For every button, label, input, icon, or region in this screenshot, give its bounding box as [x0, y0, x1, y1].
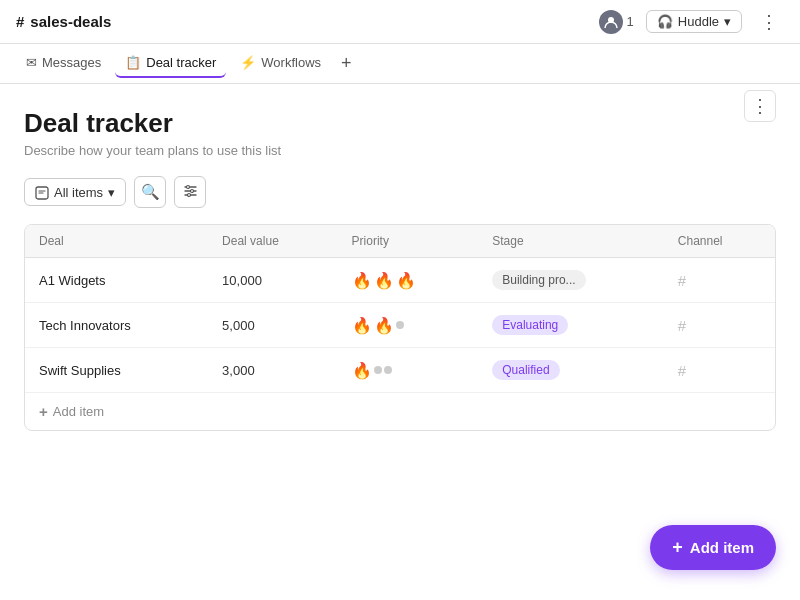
topbar-more-button[interactable]: ⋮ — [754, 9, 784, 35]
svg-point-5 — [186, 186, 189, 189]
svg-point-7 — [187, 194, 190, 197]
nav-tabs: ✉ Messages 📋 Deal tracker ⚡ Workflows + — [0, 44, 800, 84]
page-options-button[interactable]: ⋮ — [744, 90, 776, 122]
list-icon: 📋 — [125, 55, 141, 70]
fire-icon: 🔥 — [352, 316, 372, 335]
workspace-title: sales-deals — [30, 13, 111, 30]
deal-value: 3,000 — [222, 363, 255, 378]
add-item-row[interactable]: + Add item — [25, 393, 775, 431]
deal-value: 5,000 — [222, 318, 255, 333]
topbar-left: # sales-deals — [16, 13, 111, 30]
stage-badge: Building pro... — [492, 270, 585, 290]
fire-icon: 🔥 — [374, 271, 394, 290]
fire-icon: 🔥 — [352, 361, 372, 380]
add-item-inline-label: Add item — [53, 404, 104, 419]
message-icon: ✉ — [26, 55, 37, 70]
page-subtitle: Describe how your team plans to use this… — [24, 143, 776, 158]
fire-icon: 🔥 — [352, 271, 372, 290]
workflow-icon: ⚡ — [240, 55, 256, 70]
table-row[interactable]: Tech Innovators 5,000 🔥 🔥 Evaluating # — [25, 303, 775, 348]
filter-options-button[interactable] — [174, 176, 206, 208]
avatar — [599, 10, 623, 34]
tab-deal-tracker[interactable]: 📋 Deal tracker — [115, 49, 226, 78]
priority-dot — [396, 321, 404, 329]
fab-plus-icon: + — [672, 537, 683, 558]
fab-label: Add item — [690, 539, 754, 556]
channel-icon: # — [678, 317, 686, 334]
deal-table: Deal Deal value Priority Stage Channel A… — [24, 224, 776, 431]
channel-icon: # — [678, 362, 686, 379]
stage-badge: Evaluating — [492, 315, 568, 335]
tab-deal-tracker-label: Deal tracker — [146, 55, 216, 70]
fire-icon: 🔥 — [396, 271, 416, 290]
sliders-icon — [183, 183, 198, 201]
filter-box-icon — [35, 184, 49, 200]
tab-workflows[interactable]: ⚡ Workflows — [230, 49, 331, 78]
deal-name: A1 Widgets — [39, 273, 105, 288]
col-priority: Priority — [338, 225, 479, 258]
table-row[interactable]: A1 Widgets 10,000 🔥 🔥 🔥 Building pro... … — [25, 258, 775, 303]
avatar-group[interactable]: 1 — [599, 10, 634, 34]
priority-icons: 🔥 🔥 🔥 — [352, 271, 465, 290]
search-button[interactable]: 🔍 — [134, 176, 166, 208]
topbar-right: 1 🎧 Huddle ▾ ⋮ — [599, 9, 784, 35]
col-channel: Channel — [664, 225, 775, 258]
chevron-down-icon: ▾ — [724, 14, 731, 29]
dropdown-chevron-icon: ▾ — [108, 185, 115, 200]
priority-dot — [374, 366, 382, 374]
svg-point-6 — [190, 190, 193, 193]
deal-name: Swift Supplies — [39, 363, 121, 378]
huddle-button[interactable]: 🎧 Huddle ▾ — [646, 10, 742, 33]
hash-icon: # — [16, 13, 24, 30]
col-deal: Deal — [25, 225, 208, 258]
add-item-inline-button[interactable]: + Add item — [39, 403, 104, 420]
channel-icon: # — [678, 272, 686, 289]
col-deal-value: Deal value — [208, 225, 337, 258]
add-tab-button[interactable]: + — [335, 51, 358, 76]
search-icon: 🔍 — [141, 183, 160, 201]
main-content: Deal tracker Describe how your team plan… — [0, 84, 800, 447]
add-item-fab-button[interactable]: + Add item — [650, 525, 776, 570]
plus-icon: + — [39, 403, 48, 420]
priority-icons: 🔥 🔥 — [352, 316, 465, 335]
priority-icons: 🔥 — [352, 361, 465, 380]
all-items-label: All items — [54, 185, 103, 200]
deal-name: Tech Innovators — [39, 318, 131, 333]
avatar-count: 1 — [627, 14, 634, 29]
headphone-icon: 🎧 — [657, 14, 673, 29]
huddle-label: Huddle — [678, 14, 719, 29]
stage-badge: Qualified — [492, 360, 559, 380]
page-title: Deal tracker — [24, 108, 776, 139]
col-stage: Stage — [478, 225, 664, 258]
deal-value: 10,000 — [222, 273, 262, 288]
toolbar: All items ▾ 🔍 — [24, 176, 776, 208]
tab-workflows-label: Workflows — [261, 55, 321, 70]
table-header-row: Deal Deal value Priority Stage Channel — [25, 225, 775, 258]
tab-messages-label: Messages — [42, 55, 101, 70]
table-row[interactable]: Swift Supplies 3,000 🔥 Qualified # — [25, 348, 775, 393]
topbar: # sales-deals 1 🎧 Huddle ▾ ⋮ — [0, 0, 800, 44]
all-items-filter[interactable]: All items ▾ — [24, 178, 126, 206]
tab-messages[interactable]: ✉ Messages — [16, 49, 111, 78]
fire-icon: 🔥 — [374, 316, 394, 335]
priority-dot — [384, 366, 392, 374]
